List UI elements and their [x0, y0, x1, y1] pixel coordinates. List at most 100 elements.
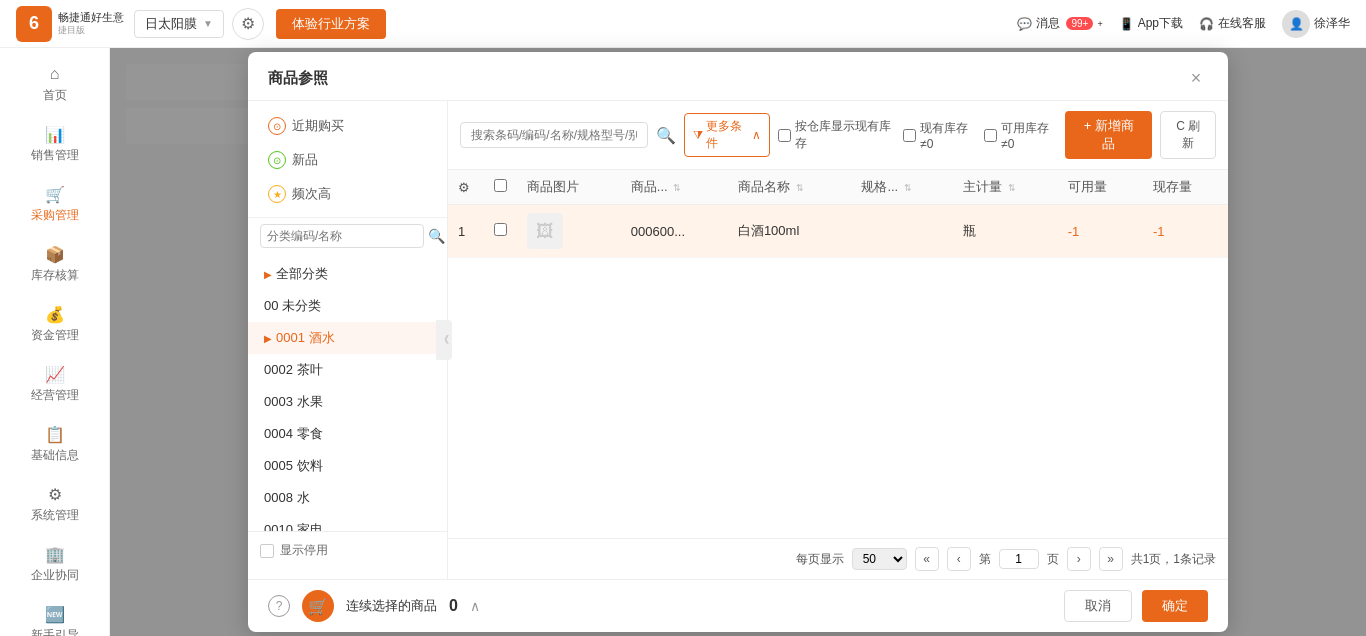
sidebar-item-home[interactable]: ⌂ 首页 — [0, 56, 109, 112]
refresh-button[interactable]: C 刷新 — [1160, 111, 1216, 159]
cat-item-0001[interactable]: ▶ 0001 酒水 — [248, 322, 447, 354]
pagination-bar: 每页显示 50 100 200 « ‹ 第 页 › — [448, 538, 1228, 579]
cat-item-0005[interactable]: 0005 饮料 — [248, 450, 447, 482]
category-search-input[interactable] — [260, 224, 424, 248]
next-page-btn[interactable]: › — [1067, 547, 1091, 571]
panel-collapse-btn[interactable]: 《 — [436, 320, 452, 360]
table-row[interactable]: 1 🖼 000600... 白酒100ml — [448, 205, 1228, 258]
col-name-label: 商品名称 — [738, 179, 790, 194]
right-toolbar: 🔍 ⧩ 更多条件 ∧ 按仓库显示现有库存 — [448, 101, 1228, 170]
sidebar-item-sales[interactable]: 📊 销售管理 — [0, 116, 109, 172]
quick-freq[interactable]: ★ 频次高 — [260, 179, 435, 209]
home-icon: ⌂ — [45, 64, 65, 84]
cell-unit: 瓶 — [953, 205, 1058, 258]
messages-label: 消息 — [1036, 15, 1060, 32]
org-name: 日太阳膜 — [145, 15, 197, 33]
modal-header: 商品参照 × — [248, 52, 1228, 101]
warehouse-stock-checkbox-label[interactable]: 按仓库显示现有库存 — [778, 118, 895, 152]
user-menu[interactable]: 👤 徐泽华 — [1282, 10, 1350, 38]
sidebar-label-management: 经营管理 — [31, 387, 79, 404]
current-stock-checkbox[interactable] — [903, 129, 916, 142]
show-disabled-checkbox[interactable] — [260, 544, 274, 558]
service-btn[interactable]: 🎧 在线客服 — [1199, 15, 1266, 32]
add-product-button[interactable]: + 新增商品 — [1065, 111, 1152, 159]
right-panel: 🔍 ⧩ 更多条件 ∧ 按仓库显示现有库存 — [448, 101, 1228, 579]
col-spec[interactable]: 规格... ⇅ — [851, 170, 953, 205]
modal-title: 商品参照 — [268, 69, 328, 88]
row-checkbox[interactable] — [494, 223, 507, 236]
cat-label-0004: 0004 零食 — [264, 425, 323, 443]
more-filter-btn[interactable]: ⧩ 更多条件 ∧ — [684, 113, 770, 157]
col-available: 可用量 — [1058, 170, 1143, 205]
sidebar-label-inventory: 库存核算 — [31, 267, 79, 284]
product-search-icon[interactable]: 🔍 — [656, 126, 676, 145]
sort-icon-name: ⇅ — [796, 183, 804, 193]
modal-body: ⊙ 近期购买 ⊙ 新品 ★ 频次高 — [248, 101, 1228, 579]
page-suffix: 页 — [1047, 551, 1059, 568]
first-page-btn[interactable]: « — [915, 547, 939, 571]
cat-arrow-all: ▶ — [264, 269, 272, 280]
col-stock-label: 现存量 — [1153, 179, 1192, 194]
username-label: 徐泽华 — [1314, 15, 1350, 32]
cell-checkbox[interactable] — [484, 205, 517, 258]
gear-icon[interactable]: ⚙ — [458, 180, 470, 195]
product-table: ⚙ 商品图片 — [448, 170, 1228, 258]
cat-item-0010[interactable]: 0010 家电 — [248, 514, 447, 531]
footer-collapse-icon[interactable]: ∧ — [470, 598, 480, 614]
prev-page-btn[interactable]: ‹ — [947, 547, 971, 571]
settings-icon-btn[interactable]: ⚙ — [232, 8, 264, 40]
col-checkbox — [484, 170, 517, 205]
available-stock-checkbox-label[interactable]: 可用库存≠0 — [984, 120, 1057, 151]
sidebar-item-guide[interactable]: 🆕 新手引导 — [0, 596, 109, 636]
sidebar-item-purchase[interactable]: 🛒 采购管理 — [0, 176, 109, 232]
col-spec-label: 规格... — [861, 179, 898, 194]
quick-recent[interactable]: ⊙ 近期购买 — [260, 111, 435, 141]
help-icon-btn[interactable]: ? — [268, 595, 290, 617]
sidebar-item-inventory[interactable]: 📦 库存核算 — [0, 236, 109, 292]
quick-new[interactable]: ⊙ 新品 — [260, 145, 435, 175]
cat-label-0008: 0008 水 — [264, 489, 310, 507]
cat-item-0008[interactable]: 0008 水 — [248, 482, 447, 514]
left-panel: ⊙ 近期购买 ⊙ 新品 ★ 频次高 — [248, 101, 448, 579]
col-unit[interactable]: 主计量 ⇅ — [953, 170, 1058, 205]
category-search-icon[interactable]: 🔍 — [428, 228, 445, 244]
sidebar-item-system[interactable]: ⚙ 系统管理 — [0, 476, 109, 532]
last-page-btn[interactable]: » — [1099, 547, 1123, 571]
cat-item-00[interactable]: 00 未分类 — [248, 290, 447, 322]
sidebar-item-finance[interactable]: 💰 资金管理 — [0, 296, 109, 352]
show-disabled-label: 显示停用 — [280, 542, 328, 559]
sidebar-item-basic[interactable]: 📋 基础信息 — [0, 416, 109, 472]
recent-icon: ⊙ — [268, 117, 286, 135]
cat-label-all: 全部分类 — [276, 265, 328, 283]
sales-icon: 📊 — [45, 124, 65, 144]
warehouse-stock-checkbox[interactable] — [778, 129, 791, 142]
cat-item-0004[interactable]: 0004 零食 — [248, 418, 447, 450]
modal-close-button[interactable]: × — [1184, 66, 1208, 90]
cat-item-0002[interactable]: 0002 茶叶 — [248, 354, 447, 386]
col-gear[interactable]: ⚙ — [448, 170, 484, 205]
cat-item-0003[interactable]: 0003 水果 — [248, 386, 447, 418]
cart-icon-btn[interactable]: 🛒 — [302, 590, 334, 622]
app-download-btn[interactable]: 📱 App下载 — [1119, 15, 1183, 32]
experience-button[interactable]: 体验行业方案 — [276, 9, 386, 39]
cat-item-all[interactable]: ▶ 全部分类 — [248, 258, 447, 290]
sort-icon-spec: ⇅ — [904, 183, 912, 193]
messages-btn[interactable]: 💬 消息 99+ + — [1017, 15, 1102, 32]
sidebar-item-management[interactable]: 📈 经营管理 — [0, 356, 109, 412]
cell-stock: -1 — [1143, 205, 1228, 258]
org-selector[interactable]: 日太阳膜 ▼ — [134, 10, 224, 38]
page-size-select[interactable]: 50 100 200 — [852, 548, 907, 570]
product-search-input[interactable] — [460, 122, 648, 148]
cancel-button[interactable]: 取消 — [1064, 590, 1132, 622]
col-code[interactable]: 商品... ⇅ — [621, 170, 728, 205]
confirm-button[interactable]: 确定 — [1142, 590, 1208, 622]
select-all-checkbox[interactable] — [494, 179, 507, 192]
page-input[interactable] — [999, 549, 1039, 569]
sidebar-item-collab[interactable]: 🏢 企业协同 — [0, 536, 109, 592]
available-stock-checkbox[interactable] — [984, 129, 997, 142]
basic-info-icon: 📋 — [45, 424, 65, 444]
col-name[interactable]: 商品名称 ⇅ — [728, 170, 852, 205]
sort-icon-code: ⇅ — [673, 183, 681, 193]
current-stock-checkbox-label[interactable]: 现有库存≠0 — [903, 120, 976, 151]
cat-label-0005: 0005 饮料 — [264, 457, 323, 475]
